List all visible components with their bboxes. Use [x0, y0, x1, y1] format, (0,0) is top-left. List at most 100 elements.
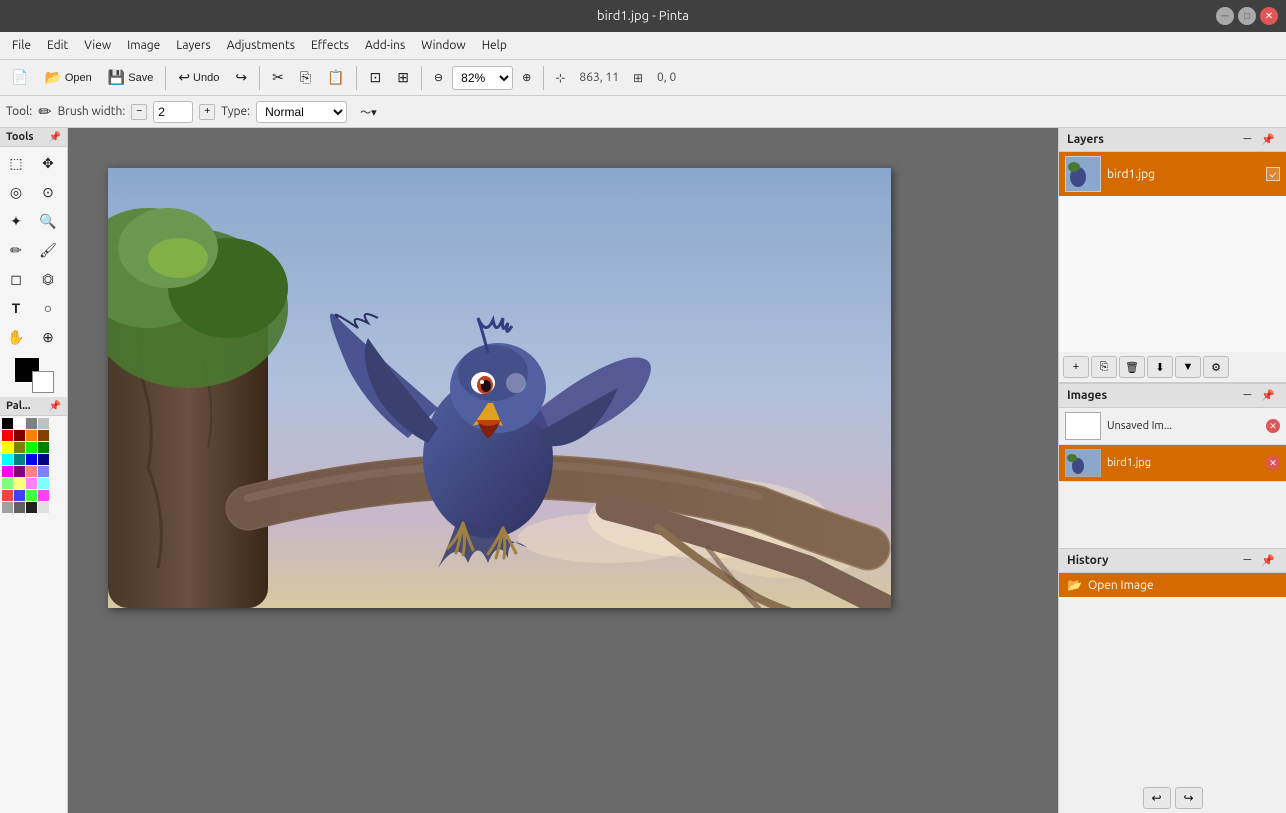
history-minimize[interactable]: ─ — [1241, 553, 1255, 568]
palette-color[interactable] — [26, 454, 37, 465]
palette-color[interactable] — [38, 466, 49, 477]
layer-item[interactable]: bird1.jpg ✓ — [1059, 152, 1286, 196]
palette-color[interactable] — [14, 478, 25, 489]
magic-wand-tool[interactable]: ✦ — [2, 207, 30, 235]
layer-properties-button[interactable]: ⚙ — [1203, 356, 1229, 378]
type-select[interactable]: Normal Ink Calligraphy — [256, 101, 347, 123]
palette-color[interactable] — [2, 490, 13, 501]
palette-color[interactable] — [38, 430, 49, 441]
maximize-button[interactable]: □ — [1238, 7, 1256, 25]
duplicate-layer-button[interactable]: ⎘ — [1091, 356, 1117, 378]
palette-color[interactable] — [38, 478, 49, 489]
brush-tool[interactable]: 🖌 — [34, 236, 62, 264]
palette-color[interactable] — [14, 466, 25, 477]
menu-file[interactable]: File — [4, 35, 39, 56]
canvas-area[interactable] — [68, 128, 1058, 813]
palette-color[interactable] — [2, 454, 13, 465]
menu-layers[interactable]: Layers — [168, 35, 218, 56]
palette-color[interactable] — [2, 502, 13, 513]
copy-button[interactable]: ⎘ — [293, 65, 318, 90]
history-pin[interactable]: 📌 — [1258, 553, 1278, 568]
history-redo-button[interactable]: ↪ — [1175, 787, 1203, 809]
images-pin[interactable]: 📌 — [1258, 388, 1278, 403]
move-tool[interactable]: ✥ — [34, 149, 62, 177]
palette-pin[interactable]: 📌 — [49, 400, 61, 412]
palette-color[interactable] — [38, 418, 49, 429]
layer-visibility-check[interactable]: ✓ — [1266, 167, 1280, 181]
images-minimize[interactable]: ─ — [1241, 388, 1255, 403]
pan-tool[interactable]: ✋ — [2, 323, 30, 351]
palette-color[interactable] — [2, 478, 13, 489]
palette-color[interactable] — [2, 430, 13, 441]
cut-button[interactable]: ✂ — [265, 65, 291, 90]
palette-color[interactable] — [38, 502, 49, 513]
zoom-tool[interactable]: ⊙ — [34, 178, 62, 206]
palette-color[interactable] — [2, 442, 13, 453]
history-undo-button[interactable]: ↩ — [1143, 787, 1171, 809]
palette-color[interactable] — [26, 466, 37, 477]
palette-color[interactable] — [14, 502, 25, 513]
palette-color[interactable] — [14, 454, 25, 465]
palette-color[interactable] — [14, 430, 25, 441]
zoom-select[interactable]: 82% 50% 100% 150% 200% — [452, 66, 513, 90]
merge-down-button[interactable]: ⬇ — [1147, 356, 1173, 378]
brush-style-button[interactable]: 〜▾ — [353, 100, 384, 124]
palette-color[interactable] — [38, 454, 49, 465]
palette-color[interactable] — [26, 490, 37, 501]
zoom-in-button[interactable]: ⊕ — [515, 67, 538, 88]
pencil-tool[interactable]: ✏ — [2, 236, 30, 264]
clone-tool[interactable]: ⊕ — [34, 323, 62, 351]
palette-color[interactable] — [14, 490, 25, 501]
crop-button[interactable]: ⊡ — [362, 65, 388, 90]
palette-color[interactable] — [26, 418, 37, 429]
minimize-button[interactable]: ─ — [1216, 7, 1234, 25]
palette-color[interactable] — [14, 418, 25, 429]
palette-color[interactable] — [2, 466, 13, 477]
layers-minimize[interactable]: ─ — [1241, 132, 1255, 147]
palette-color[interactable] — [26, 478, 37, 489]
brush-width-increase[interactable]: + — [199, 104, 215, 120]
menu-image[interactable]: Image — [119, 35, 168, 56]
palette-color[interactable] — [38, 490, 49, 501]
palette-color[interactable] — [26, 430, 37, 441]
shape-tool[interactable]: ○ — [34, 294, 62, 322]
brush-width-decrease[interactable]: − — [131, 104, 147, 120]
new-button[interactable]: 📄 — [4, 65, 35, 90]
lasso-tool[interactable]: ◎ — [2, 178, 30, 206]
menu-help[interactable]: Help — [474, 35, 515, 56]
rectangle-select-tool[interactable]: ⬚ — [2, 149, 30, 177]
menu-adjustments[interactable]: Adjustments — [219, 35, 303, 56]
delete-layer-button[interactable]: 🗑 — [1119, 356, 1145, 378]
close-button[interactable]: ✕ — [1260, 7, 1278, 25]
palette-color[interactable] — [14, 442, 25, 453]
palette-color[interactable] — [26, 442, 37, 453]
background-color[interactable] — [32, 371, 54, 393]
menu-view[interactable]: View — [76, 35, 119, 56]
history-item-open[interactable]: 📂 Open Image — [1059, 573, 1286, 597]
open-button[interactable]: 📂 Open — [37, 65, 98, 90]
menu-window[interactable]: Window — [413, 35, 473, 56]
color-picker-tool[interactable]: 🔍 — [34, 207, 62, 235]
palette-color[interactable] — [2, 418, 13, 429]
menu-effects[interactable]: Effects — [303, 35, 357, 56]
brush-width-input[interactable] — [153, 101, 193, 123]
flatten-image-button[interactable]: ▼ — [1175, 356, 1201, 378]
unsaved-close-button[interactable]: ✕ — [1266, 419, 1280, 433]
text-tool[interactable]: T — [2, 294, 30, 322]
bird-close-button[interactable]: ✕ — [1266, 456, 1280, 470]
tools-pin[interactable]: 📌 — [49, 131, 61, 143]
image-item-unsaved[interactable]: Unsaved Im... ✕ — [1059, 408, 1286, 445]
eraser-tool[interactable]: ◻ — [2, 265, 30, 293]
zoom-out-button[interactable]: ⊖ — [427, 67, 450, 88]
canvas-image[interactable] — [108, 168, 891, 608]
save-button[interactable]: 💾 Save — [101, 65, 161, 90]
undo-button[interactable]: ↩ Undo — [171, 65, 226, 90]
resize-button[interactable]: ⊞ — [390, 65, 416, 90]
menu-addins[interactable]: Add-ins — [357, 35, 413, 56]
palette-color[interactable] — [26, 502, 37, 513]
redo-button[interactable]: ↪ — [228, 65, 254, 90]
image-item-bird[interactable]: bird1.jpg ✕ — [1059, 445, 1286, 482]
add-layer-button[interactable]: + — [1063, 356, 1089, 378]
menu-edit[interactable]: Edit — [39, 35, 76, 56]
layers-pin[interactable]: 📌 — [1258, 132, 1278, 147]
